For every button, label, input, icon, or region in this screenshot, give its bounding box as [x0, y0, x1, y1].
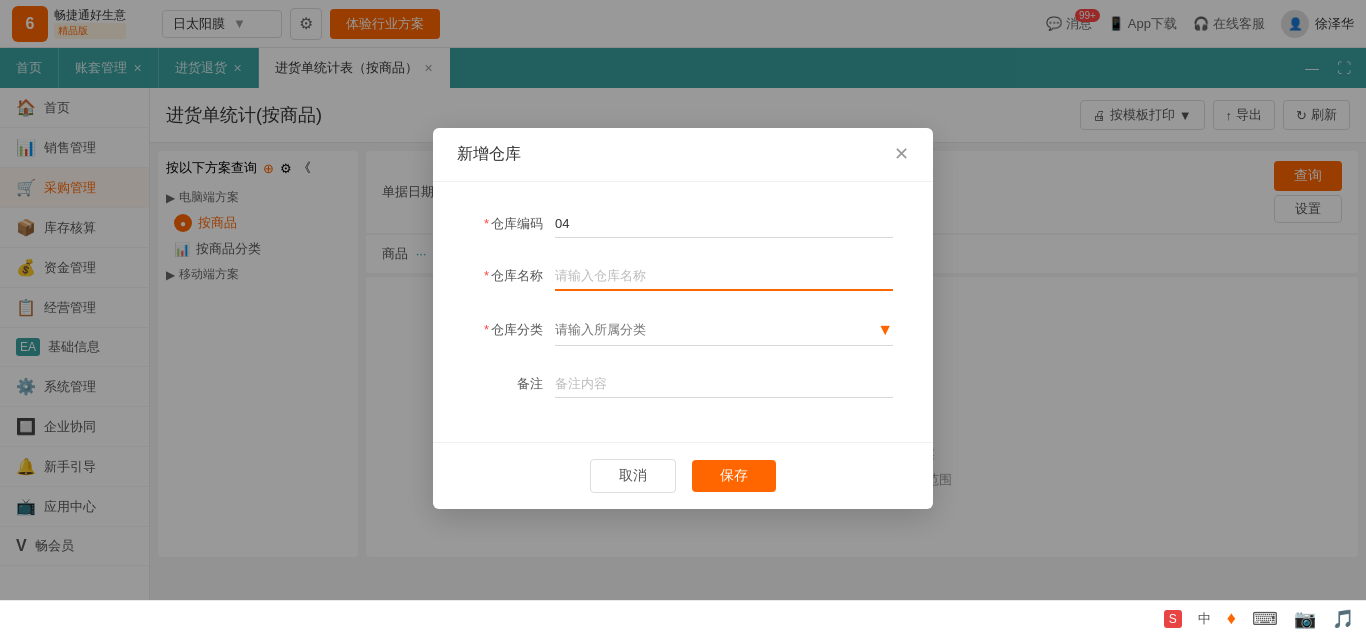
warehouse-code-row: *仓库编码 — [473, 210, 893, 238]
warehouse-name-label: *仓库名称 — [473, 267, 543, 285]
app-footer: S 中 ♦ ⌨ 📷 🎵 — [0, 600, 1366, 636]
warehouse-code-label: *仓库编码 — [473, 215, 543, 233]
footer-camera-icon[interactable]: 📷 — [1294, 608, 1316, 630]
warehouse-category-label: *仓库分类 — [473, 321, 543, 339]
modal-header: 新增仓库 ✕ — [433, 128, 933, 182]
warehouse-category-row: *仓库分类 ▼ — [473, 315, 893, 346]
modal-close-btn[interactable]: ✕ — [894, 145, 909, 163]
modal-body: *仓库编码 *仓库名称 *仓库分类 ▼ — [433, 182, 933, 442]
warehouse-remark-input[interactable] — [555, 370, 893, 398]
category-input[interactable] — [555, 322, 877, 337]
warehouse-remark-row: 备注 — [473, 370, 893, 398]
required-star-name: * — [484, 268, 489, 283]
modal-backdrop: 新增仓库 ✕ *仓库编码 *仓库名称 *仓库分类 — [0, 0, 1366, 636]
modal-footer: 取消 保存 — [433, 442, 933, 509]
footer-zh-icon[interactable]: 中 — [1198, 610, 1211, 628]
warehouse-name-row: *仓库名称 — [473, 262, 893, 291]
warehouse-remark-label: 备注 — [473, 375, 543, 393]
warehouse-name-input[interactable] — [555, 262, 893, 291]
add-warehouse-modal: 新增仓库 ✕ *仓库编码 *仓库名称 *仓库分类 — [433, 128, 933, 509]
warehouse-code-input[interactable] — [555, 210, 893, 238]
modal-title: 新增仓库 — [457, 144, 521, 165]
category-dropdown-icon: ▼ — [877, 321, 893, 339]
cancel-button[interactable]: 取消 — [590, 459, 676, 493]
required-star-category: * — [484, 322, 489, 337]
save-button[interactable]: 保存 — [692, 460, 776, 492]
required-star-code: * — [484, 216, 489, 231]
footer-music-icon[interactable]: 🎵 — [1332, 608, 1354, 630]
footer-keyboard-icon[interactable]: ⌨ — [1252, 608, 1278, 630]
footer-lang-icon[interactable]: S — [1164, 610, 1182, 628]
footer-dot-icon: ♦ — [1227, 608, 1236, 629]
warehouse-category-select[interactable]: ▼ — [555, 315, 893, 346]
